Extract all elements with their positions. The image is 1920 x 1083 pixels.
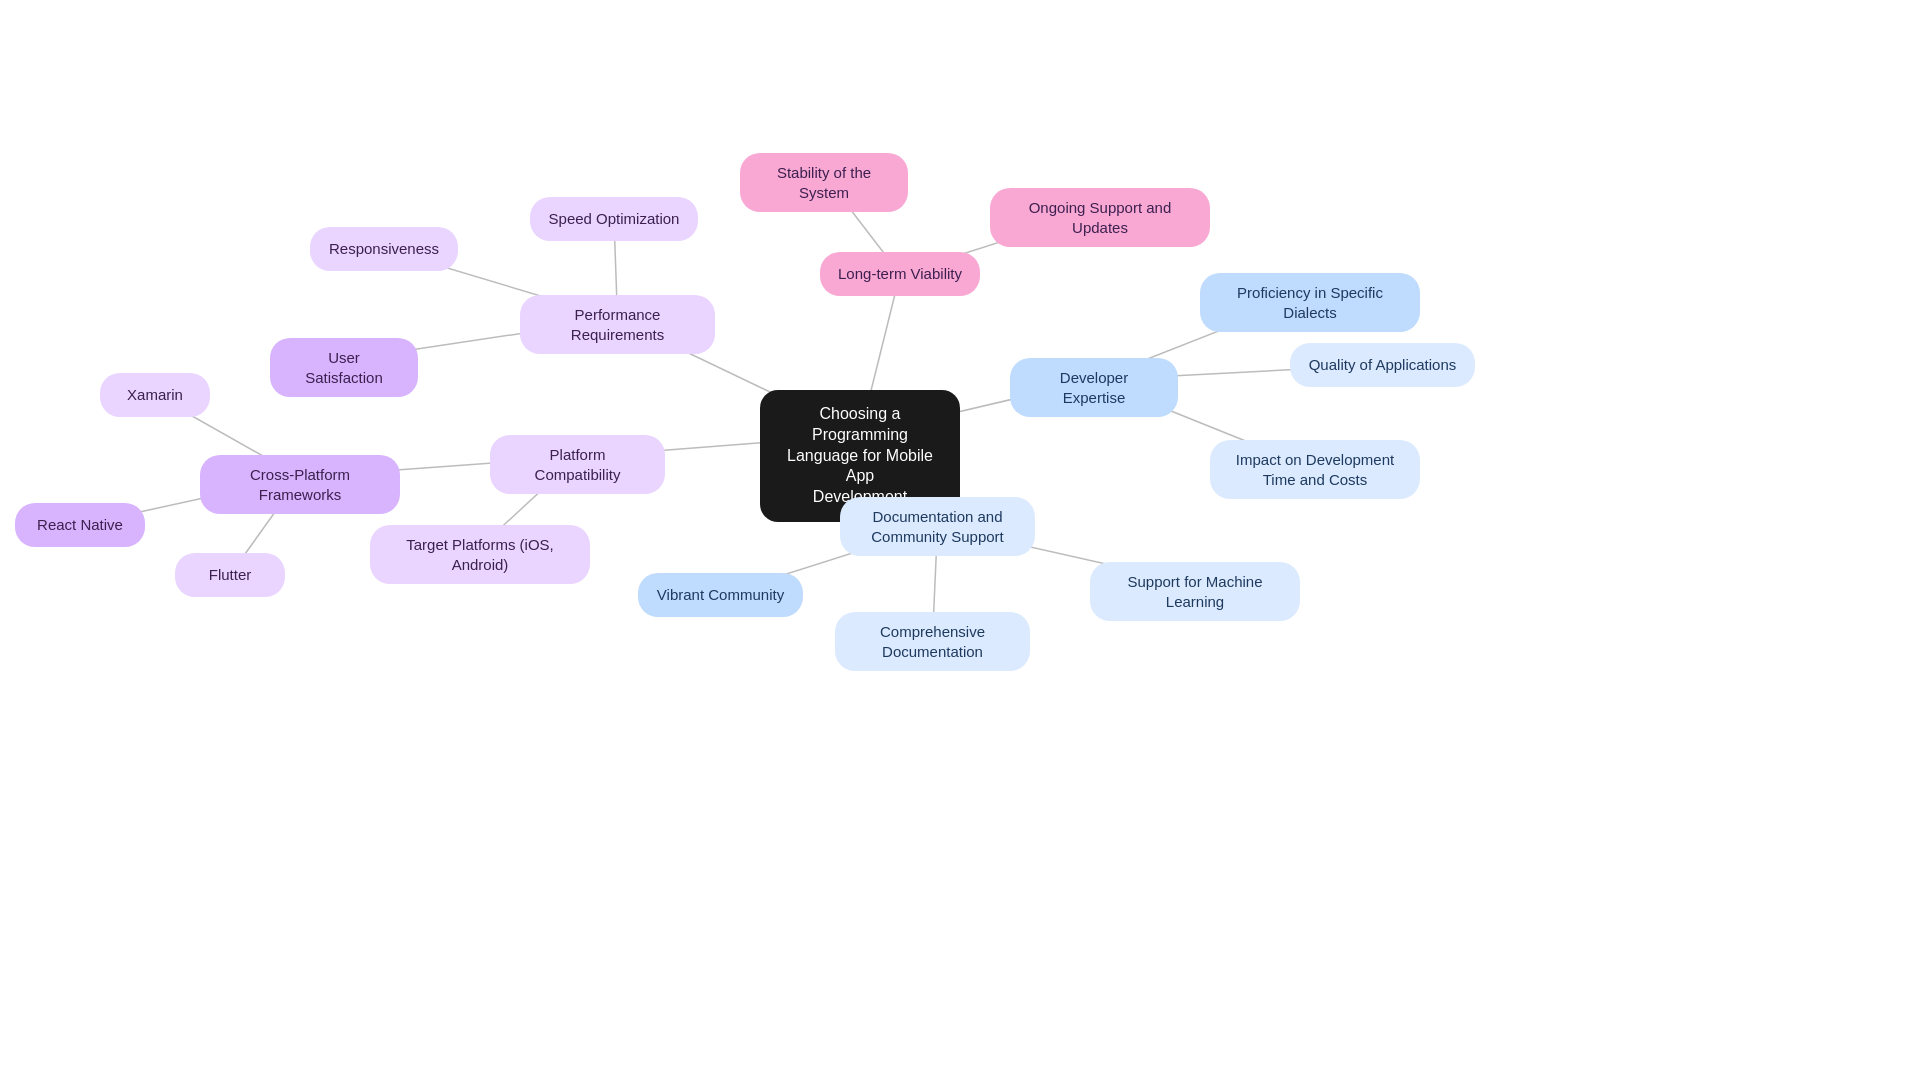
node-flutter[interactable]: Flutter xyxy=(175,553,285,597)
node-react-native[interactable]: React Native xyxy=(15,503,145,547)
node-target-platforms[interactable]: Target Platforms (iOS, Android) xyxy=(370,525,590,584)
node-xamarin[interactable]: Xamarin xyxy=(100,373,210,417)
node-speed[interactable]: Speed Optimization xyxy=(530,197,698,241)
node-comprehensive-doc[interactable]: Comprehensive Documentation xyxy=(835,612,1030,671)
node-vibrant-community[interactable]: Vibrant Community xyxy=(638,573,803,617)
node-machine-learning[interactable]: Support for Machine Learning xyxy=(1090,562,1300,621)
node-impact-dev-time[interactable]: Impact on Development Time and Costs xyxy=(1210,440,1420,499)
node-user-satisfaction[interactable]: User Satisfaction xyxy=(270,338,418,397)
node-performance[interactable]: Performance Requirements xyxy=(520,295,715,354)
node-responsiveness[interactable]: Responsiveness xyxy=(310,227,458,271)
node-stability[interactable]: Stability of the System xyxy=(740,153,908,212)
node-doc-community[interactable]: Documentation and Community Support xyxy=(840,497,1035,556)
node-developer-expertise[interactable]: Developer Expertise xyxy=(1010,358,1178,417)
node-proficiency[interactable]: Proficiency in Specific Dialects xyxy=(1200,273,1420,332)
mindmap-container: Choosing a Programming Language for Mobi… xyxy=(0,0,1920,1083)
node-long-term[interactable]: Long-term Viability xyxy=(820,252,980,296)
node-cross-platform[interactable]: Cross-Platform Frameworks xyxy=(200,455,400,514)
node-ongoing-support[interactable]: Ongoing Support and Updates xyxy=(990,188,1210,247)
node-platform-compat[interactable]: Platform Compatibility xyxy=(490,435,665,494)
node-quality[interactable]: Quality of Applications xyxy=(1290,343,1475,387)
